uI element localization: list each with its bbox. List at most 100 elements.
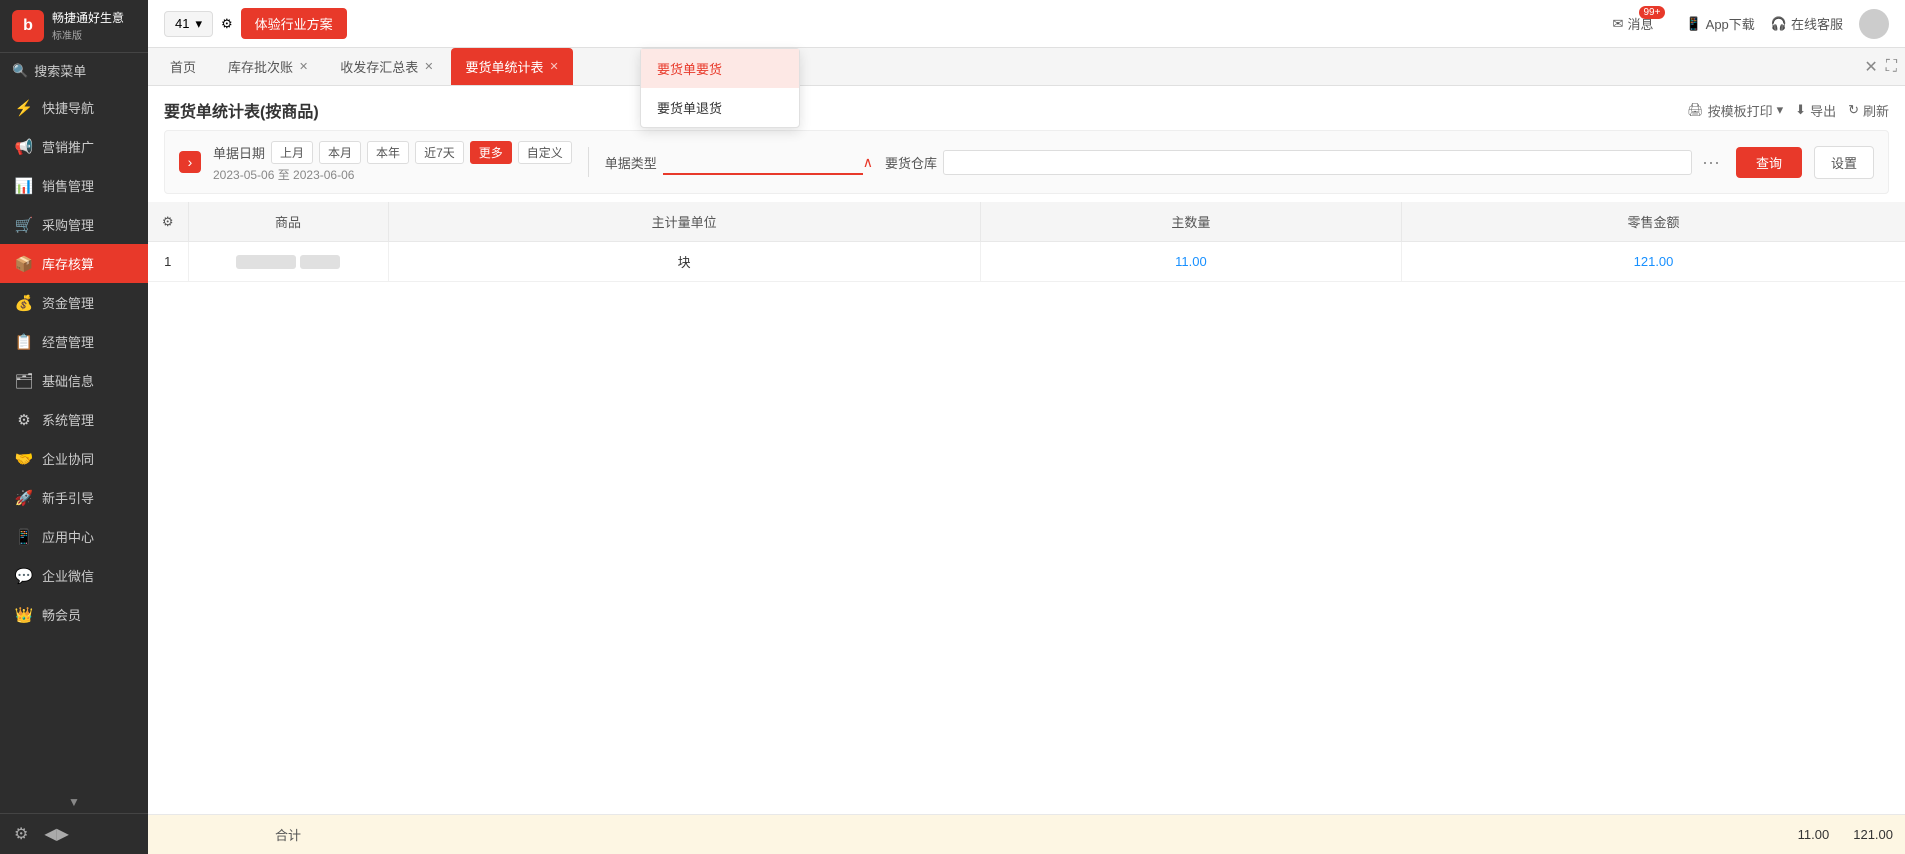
tabs-fullscreen-btn[interactable]: ⛶ — [1886, 58, 1897, 76]
filter-input-wrapper: ∧ — [663, 150, 873, 175]
filter-warehouse-field: 要货仓库 ··· — [885, 150, 1724, 175]
sidebar-item-enterprise-wechat[interactable]: 💬企业微信 — [0, 556, 148, 595]
dropdown-item-return[interactable]: 要货单退货 — [641, 88, 799, 127]
filter-settings-btn[interactable]: 设置 — [1814, 146, 1874, 179]
query-btn[interactable]: 查询 — [1736, 147, 1802, 178]
nav-label-enterprise-wechat: 企业微信 — [42, 566, 94, 585]
sidebar-item-guide[interactable]: 🚀 新手引导 — [0, 478, 148, 517]
sidebar-item-operations[interactable]: 📋经营管理 — [0, 322, 148, 361]
warehouse-more-icon[interactable]: ··· — [1698, 152, 1724, 173]
nav-icon-member: 👑 — [14, 606, 34, 624]
collapse-icon[interactable]: ◀▶ — [44, 824, 69, 844]
topbar-left: 41 ▾ ⚙ 体验行业方案 — [164, 8, 1601, 39]
nav-label-basic-info: 基础信息 — [42, 371, 94, 390]
date-btn-more[interactable]: 更多 — [470, 141, 512, 164]
export-icon: ⬇ — [1795, 102, 1806, 118]
tab-label-collect-summary: 收发存汇总表 — [340, 57, 418, 76]
sidebar-item-enterprise[interactable]: 🤝企业协同 — [0, 439, 148, 478]
tab-close-inventory-batch[interactable]: ✕ — [299, 60, 308, 73]
sidebar-item-inventory[interactable]: 📦库存核算 — [0, 244, 148, 283]
nav-label-marketing: 营销推广 — [42, 137, 94, 156]
tab-close-order-summary[interactable]: ✕ — [550, 60, 559, 73]
page-header-actions: 🖨 按模板打印 ▾ ⬇ 导出 ↻ 刷新 — [1687, 101, 1889, 120]
sidebar-item-basic-info[interactable]: 🗂 基础信息 — [0, 361, 148, 400]
page-title: 要货单统计表(按商品) — [164, 98, 319, 122]
th-product: 商品 — [188, 202, 388, 242]
nav-icon-guide: 🚀 — [14, 489, 34, 507]
messages-btn[interactable]: ✉ 消息 99+ — [1613, 14, 1654, 33]
date-btn-custom[interactable]: 自定义 — [518, 141, 572, 164]
date-btn-last-month[interactable]: 上月 — [271, 141, 313, 164]
th-unit: 主计量单位 — [388, 202, 980, 242]
nav-label-member: 畅会员 — [42, 605, 81, 624]
date-btn-this-year[interactable]: 本年 — [367, 141, 409, 164]
store-selector[interactable]: 41 ▾ — [164, 11, 213, 37]
topbar-gear-icon[interactable]: ⚙ — [221, 16, 233, 32]
message-icon: ✉ — [1613, 16, 1624, 32]
logo-icon: b — [12, 10, 44, 42]
export-label: 导出 — [1810, 101, 1836, 120]
row-product — [188, 242, 388, 282]
nav-label-quick-nav: 快捷导航 — [42, 98, 94, 117]
warehouse-label: 要货仓库 — [885, 153, 937, 172]
print-label: 按模板打印 — [1708, 101, 1773, 120]
tab-inventory-batch[interactable]: 库存批次账 ✕ — [214, 48, 322, 85]
date-label: 单据日期 — [213, 143, 265, 162]
sidebar-nav: ⚡ 快捷导航 📢 营销推广 📊销售管理🛒采购管理📦库存核算💰资金管理📋经营管理 🗂 基础信息… — [0, 88, 148, 791]
type-input-chevron-icon[interactable]: ∧ — [863, 154, 873, 171]
tab-close-collect-summary[interactable]: ✕ — [424, 60, 433, 73]
nav-label-guide: 新手引导 — [42, 488, 94, 507]
filter-date-group: 单据日期 上月 本月 本年 近7天 更多 自定义 2023-05-06 至 20… — [213, 141, 572, 183]
search-menu-label: 搜索菜单 — [34, 61, 86, 80]
type-label: 单据类型 — [605, 153, 657, 172]
user-avatar[interactable] — [1859, 9, 1889, 39]
table-header-row: ⚙ 商品 主计量单位 主数量 零售金额 — [148, 202, 1905, 242]
nav-icon-quick-nav: ⚡ — [14, 99, 34, 117]
sidebar-item-finance[interactable]: 💰资金管理 — [0, 283, 148, 322]
table-wrapper: ⚙ 商品 主计量单位 主数量 零售金额 1 — [148, 202, 1905, 814]
tab-order-summary[interactable]: 要货单统计表 ✕ — [451, 48, 572, 85]
nav-icon-marketing: 📢 — [14, 138, 34, 156]
type-input[interactable] — [663, 150, 863, 175]
nav-icon-basic-info: 🗂 — [14, 372, 34, 390]
search-menu[interactable]: 🔍 搜索菜单 — [0, 53, 148, 88]
date-options: 单据日期 上月 本月 本年 近7天 更多 自定义 — [213, 141, 572, 164]
sidebar-item-member[interactable]: 👑 畅会员 — [0, 595, 148, 634]
online-service-btn[interactable]: 🎧 在线客服 — [1771, 14, 1843, 33]
tabs-actions: ✕ ⛶ — [1864, 57, 1897, 77]
print-chevron-icon: ▾ — [1777, 102, 1784, 118]
sidebar-item-marketing[interactable]: 📢 营销推广 — [0, 127, 148, 166]
nav-label-app-center: 应用中心 — [42, 527, 94, 546]
search-icon: 🔍 — [12, 63, 28, 79]
sidebar-item-sales[interactable]: 📊销售管理 — [0, 166, 148, 205]
data-table: ⚙ 商品 主计量单位 主数量 零售金额 1 — [148, 202, 1905, 282]
sidebar-item-app-center[interactable]: 📱应用中心 — [0, 517, 148, 556]
app-download-btn[interactable]: 📱 App下载 — [1685, 14, 1754, 33]
tab-collect-summary[interactable]: 收发存汇总表 ✕ — [326, 48, 447, 85]
app-download-icon: 📱 — [1685, 16, 1701, 32]
industry-btn[interactable]: 体验行业方案 — [241, 8, 347, 39]
refresh-btn[interactable]: ↻ 刷新 — [1848, 101, 1889, 120]
tab-home[interactable]: 首页 — [156, 48, 210, 85]
filter-expand-btn[interactable]: › — [179, 151, 201, 173]
footer-label: 合计 — [188, 825, 388, 844]
tabs-close-all-btn[interactable]: ✕ — [1864, 57, 1877, 77]
th-settings: ⚙ — [148, 202, 188, 242]
sidebar-item-purchase[interactable]: 🛒采购管理 — [0, 205, 148, 244]
warehouse-input[interactable] — [943, 150, 1692, 175]
refresh-label: 刷新 — [1863, 101, 1889, 120]
nav-label-system: 系统管理 — [42, 410, 94, 429]
export-btn[interactable]: ⬇ 导出 — [1795, 101, 1836, 120]
sidebar-item-system[interactable]: ⚙系统管理 — [0, 400, 148, 439]
date-btn-this-month[interactable]: 本月 — [319, 141, 361, 164]
column-settings-icon[interactable]: ⚙ — [162, 214, 174, 229]
nav-icon-operations: 📋 — [14, 333, 34, 351]
print-btn[interactable]: 🖨 按模板打印 ▾ — [1687, 101, 1783, 120]
settings-icon[interactable]: ⚙ — [14, 824, 28, 844]
nav-label-finance: 资金管理 — [42, 293, 94, 312]
logo-badge: 标准版 — [52, 27, 124, 42]
date-btn-7days[interactable]: 近7天 — [415, 141, 464, 164]
sidebar-item-quick-nav[interactable]: ⚡ 快捷导航 — [0, 88, 148, 127]
nav-icon-purchase: 🛒 — [14, 216, 34, 234]
th-quantity: 主数量 — [980, 202, 1401, 242]
